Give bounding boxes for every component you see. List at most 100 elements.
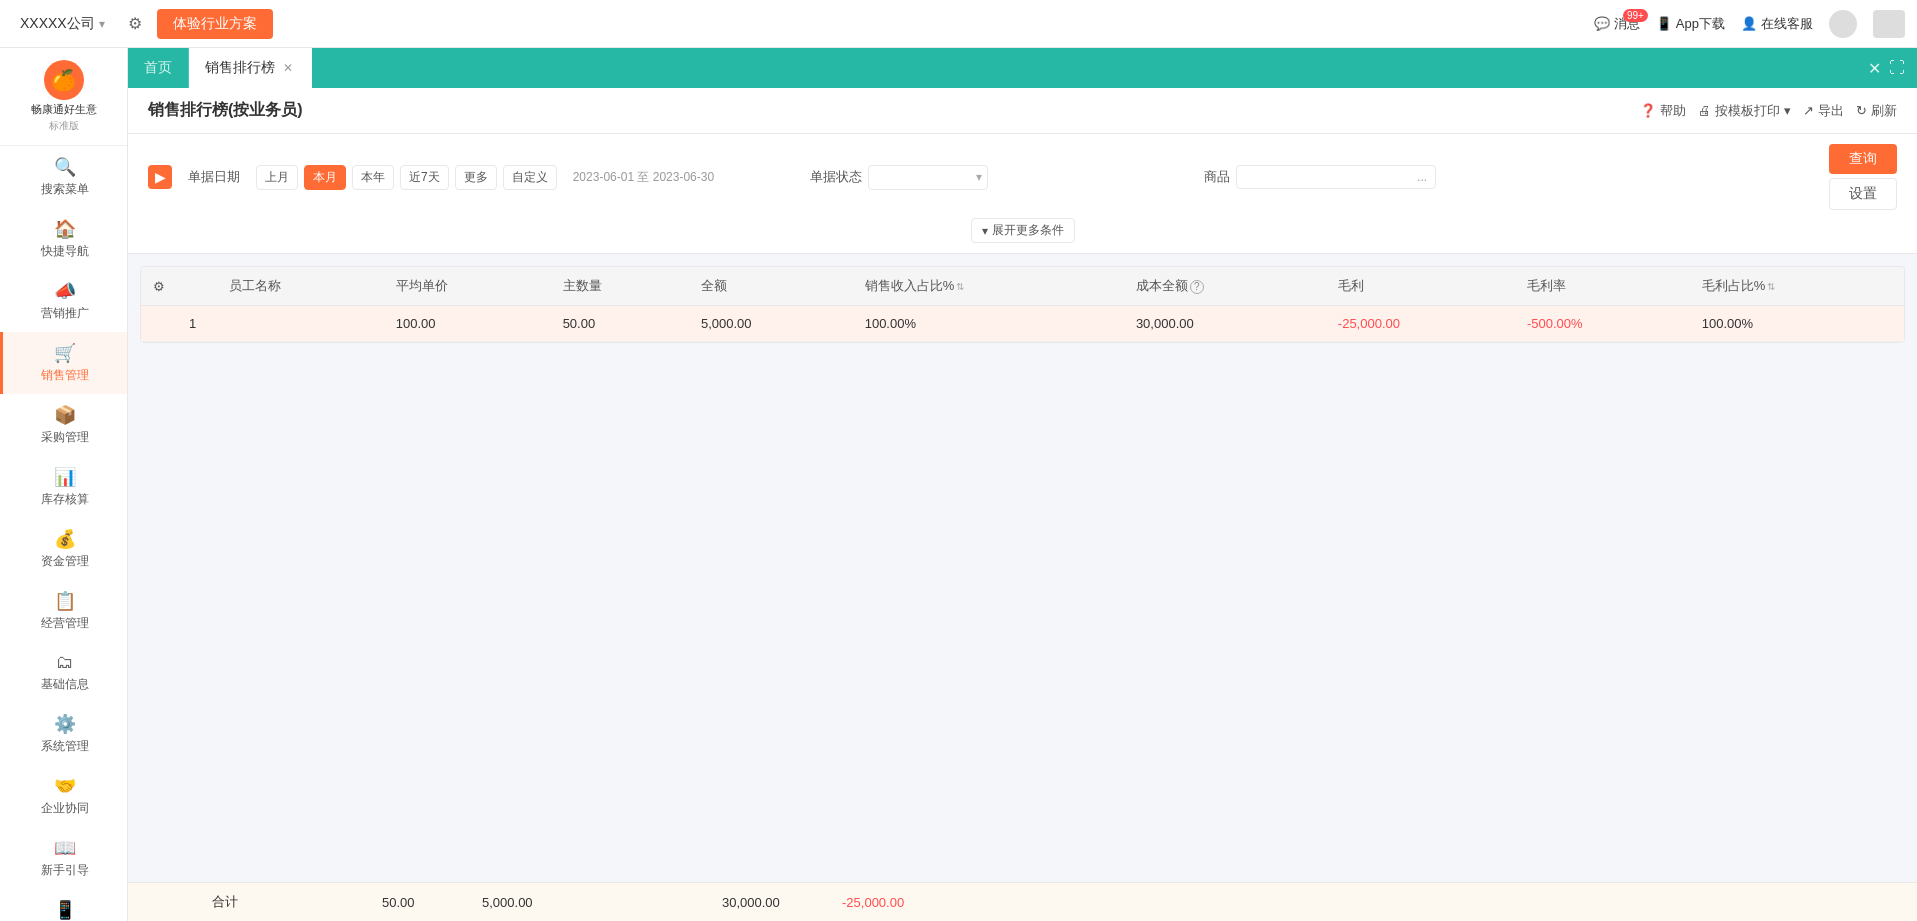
print-icon: 🖨 bbox=[1698, 103, 1711, 118]
goods-more-btn[interactable]: ... bbox=[1417, 170, 1427, 184]
app-download-label: App下载 bbox=[1676, 15, 1725, 33]
sales-rank-table: ⚙ 员工名称 平均单价 主数量 全额 销售收入占比%⇅ 成本全额? bbox=[141, 267, 1904, 342]
filter-expand-arrow-btn[interactable]: ▶ bbox=[148, 165, 172, 189]
sidebar-label-purchase: 采购管理 bbox=[41, 429, 89, 446]
sidebar-label-marketing: 营销推广 bbox=[41, 305, 89, 322]
sidebar-item-enterprise[interactable]: 🤝 企业协同 bbox=[0, 765, 127, 827]
date-filter: 上月 本月 本年 近7天 更多 自定义 bbox=[256, 165, 557, 190]
sidebar-item-basic[interactable]: 🗂 基础信息 bbox=[0, 642, 127, 703]
expand-more-container: ▾ 展开更多条件 bbox=[148, 218, 1897, 243]
date-custom-btn[interactable]: 自定义 bbox=[503, 165, 557, 190]
tab-home-label: 首页 bbox=[144, 59, 172, 77]
date-7days-btn[interactable]: 近7天 bbox=[400, 165, 449, 190]
footer-avg-price bbox=[250, 898, 370, 906]
tab-sales-rank[interactable]: 销售排行榜 ✕ bbox=[189, 48, 312, 88]
sidebar-item-sales[interactable]: 🛒 销售管理 bbox=[0, 332, 127, 394]
service-icon: 👤 bbox=[1741, 16, 1757, 31]
user-name-placeholder bbox=[1873, 10, 1905, 38]
top-bar: XXXXX公司 ▾ ⚙ 体验行业方案 💬 消息 99+ 📱 App下载 👤 在线… bbox=[0, 0, 1917, 48]
cell-qty: 50.00 bbox=[551, 306, 689, 342]
sidebar-logo: 🍊 畅康通好生意 标准版 bbox=[0, 48, 127, 146]
sidebar-item-finance[interactable]: 💰 资金管理 bbox=[0, 518, 127, 580]
tab-bar-right: ✕ ⛶ bbox=[1868, 59, 1917, 78]
query-button[interactable]: 查询 bbox=[1829, 144, 1897, 174]
tab-sales-rank-label: 销售排行榜 bbox=[205, 59, 275, 77]
app-download-item[interactable]: 📱 App下载 bbox=[1656, 15, 1725, 33]
date-more-btn[interactable]: 更多 bbox=[455, 165, 497, 190]
refresh-label: 刷新 bbox=[1871, 102, 1897, 120]
message-icon-item[interactable]: 💬 消息 99+ bbox=[1594, 15, 1640, 33]
cost-info-icon[interactable]: ? bbox=[1190, 280, 1204, 294]
cell-gear bbox=[141, 306, 177, 342]
col-gross-rate: 毛利率 bbox=[1515, 267, 1690, 306]
col-avg-price: 平均单价 bbox=[384, 267, 551, 306]
date-curr-month-btn[interactable]: 本月 bbox=[304, 165, 346, 190]
company-selector[interactable]: XXXXX公司 ▾ bbox=[12, 11, 113, 37]
export-label: 导出 bbox=[1818, 102, 1844, 120]
operations-icon: 📋 bbox=[54, 590, 76, 612]
col-name: 员工名称 bbox=[217, 267, 384, 306]
footer-total-label: 合计 bbox=[200, 889, 250, 915]
gross-pct-sort-icon: ⇅ bbox=[1767, 281, 1775, 292]
sidebar-label-system: 系统管理 bbox=[41, 738, 89, 755]
avatar[interactable] bbox=[1829, 10, 1857, 38]
help-icon: ❓ bbox=[1640, 103, 1656, 118]
help-button[interactable]: ❓ 帮助 bbox=[1640, 102, 1686, 120]
inventory-icon: 📊 bbox=[54, 466, 76, 488]
sidebar-item-shortcut[interactable]: 🏠 快捷导航 bbox=[0, 208, 127, 270]
basic-icon: 🗂 bbox=[56, 652, 74, 673]
col-gear-icon[interactable]: ⚙ bbox=[153, 279, 165, 294]
sidebar-label-finance: 资金管理 bbox=[41, 553, 89, 570]
footer-cost: 30,000.00 bbox=[710, 891, 830, 914]
date-prev-month-btn[interactable]: 上月 bbox=[256, 165, 298, 190]
sidebar-item-system[interactable]: ⚙️ 系统管理 bbox=[0, 703, 127, 765]
logo-icon: 🍊 bbox=[44, 60, 84, 100]
footer-sales-pct bbox=[590, 898, 710, 906]
marketing-icon: 📣 bbox=[54, 280, 76, 302]
sidebar-item-appstore[interactable]: 📱 应用中心 bbox=[0, 889, 127, 921]
expand-more-btn[interactable]: ▾ 展开更多条件 bbox=[971, 218, 1075, 243]
cell-amount: 5,000.00 bbox=[689, 306, 853, 342]
print-button[interactable]: 🖨 按模板打印 ▾ bbox=[1698, 102, 1791, 120]
settings-icon-btn[interactable]: ⚙ bbox=[121, 10, 149, 38]
message-icon: 💬 bbox=[1594, 16, 1610, 31]
filter-row-1: ▶ 单据日期 上月 本月 本年 近7天 更多 自定义 2023-06-01 至 … bbox=[148, 144, 1897, 210]
footer-gross: -25,000.00 bbox=[830, 891, 950, 914]
cell-gross-pct: 100.00% bbox=[1690, 306, 1904, 342]
help-label: 帮助 bbox=[1660, 102, 1686, 120]
sidebar-item-operations[interactable]: 📋 经营管理 bbox=[0, 580, 127, 642]
date-filter-label: 单据日期 bbox=[188, 168, 240, 186]
status-select[interactable] bbox=[868, 165, 988, 190]
tab-home[interactable]: 首页 bbox=[128, 48, 189, 88]
tab-close-icon[interactable]: ✕ bbox=[281, 59, 295, 77]
col-qty: 主数量 bbox=[551, 267, 689, 306]
export-button[interactable]: ↗ 导出 bbox=[1803, 102, 1844, 120]
logo-sub: 标准版 bbox=[49, 119, 79, 133]
col-amount: 全额 bbox=[689, 267, 853, 306]
sidebar-item-purchase[interactable]: 📦 采购管理 bbox=[0, 394, 127, 456]
logo-emoji: 🍊 bbox=[51, 68, 76, 92]
refresh-button[interactable]: ↻ 刷新 bbox=[1856, 102, 1897, 120]
cell-rank: 1 bbox=[177, 306, 217, 342]
online-service-item[interactable]: 👤 在线客服 bbox=[1741, 15, 1813, 33]
goods-label: 商品 bbox=[1204, 168, 1230, 186]
table-row: 1 100.00 50.00 5,000.00 100.00% 30,000.0… bbox=[141, 306, 1904, 342]
tab-maximize-btn[interactable]: ⛶ bbox=[1889, 59, 1905, 78]
sidebar-item-guide[interactable]: 📖 新手引导 bbox=[0, 827, 127, 889]
settings-button[interactable]: 设置 bbox=[1829, 178, 1897, 210]
trial-button[interactable]: 体验行业方案 bbox=[157, 9, 273, 39]
sidebar-label-operations: 经营管理 bbox=[41, 615, 89, 632]
tab-bar: 首页 销售排行榜 ✕ ✕ ⛶ bbox=[128, 48, 1917, 88]
footer-label bbox=[160, 898, 200, 906]
sidebar-label-enterprise: 企业协同 bbox=[41, 800, 89, 817]
sidebar-label-shortcut: 快捷导航 bbox=[41, 243, 89, 260]
cell-gross-rate: -500.00% bbox=[1515, 306, 1690, 342]
page-title: 销售排行榜(按业务员) bbox=[148, 100, 303, 121]
date-year-btn[interactable]: 本年 bbox=[352, 165, 394, 190]
sidebar-item-inventory[interactable]: 📊 库存核算 bbox=[0, 456, 127, 518]
sidebar-item-marketing[interactable]: 📣 营销推广 bbox=[0, 270, 127, 332]
cell-name bbox=[217, 306, 384, 342]
sidebar-item-search[interactable]: 🔍 搜索菜单 bbox=[0, 146, 127, 208]
print-chevron-icon: ▾ bbox=[1784, 103, 1791, 118]
tab-close-window-btn[interactable]: ✕ bbox=[1868, 59, 1881, 78]
